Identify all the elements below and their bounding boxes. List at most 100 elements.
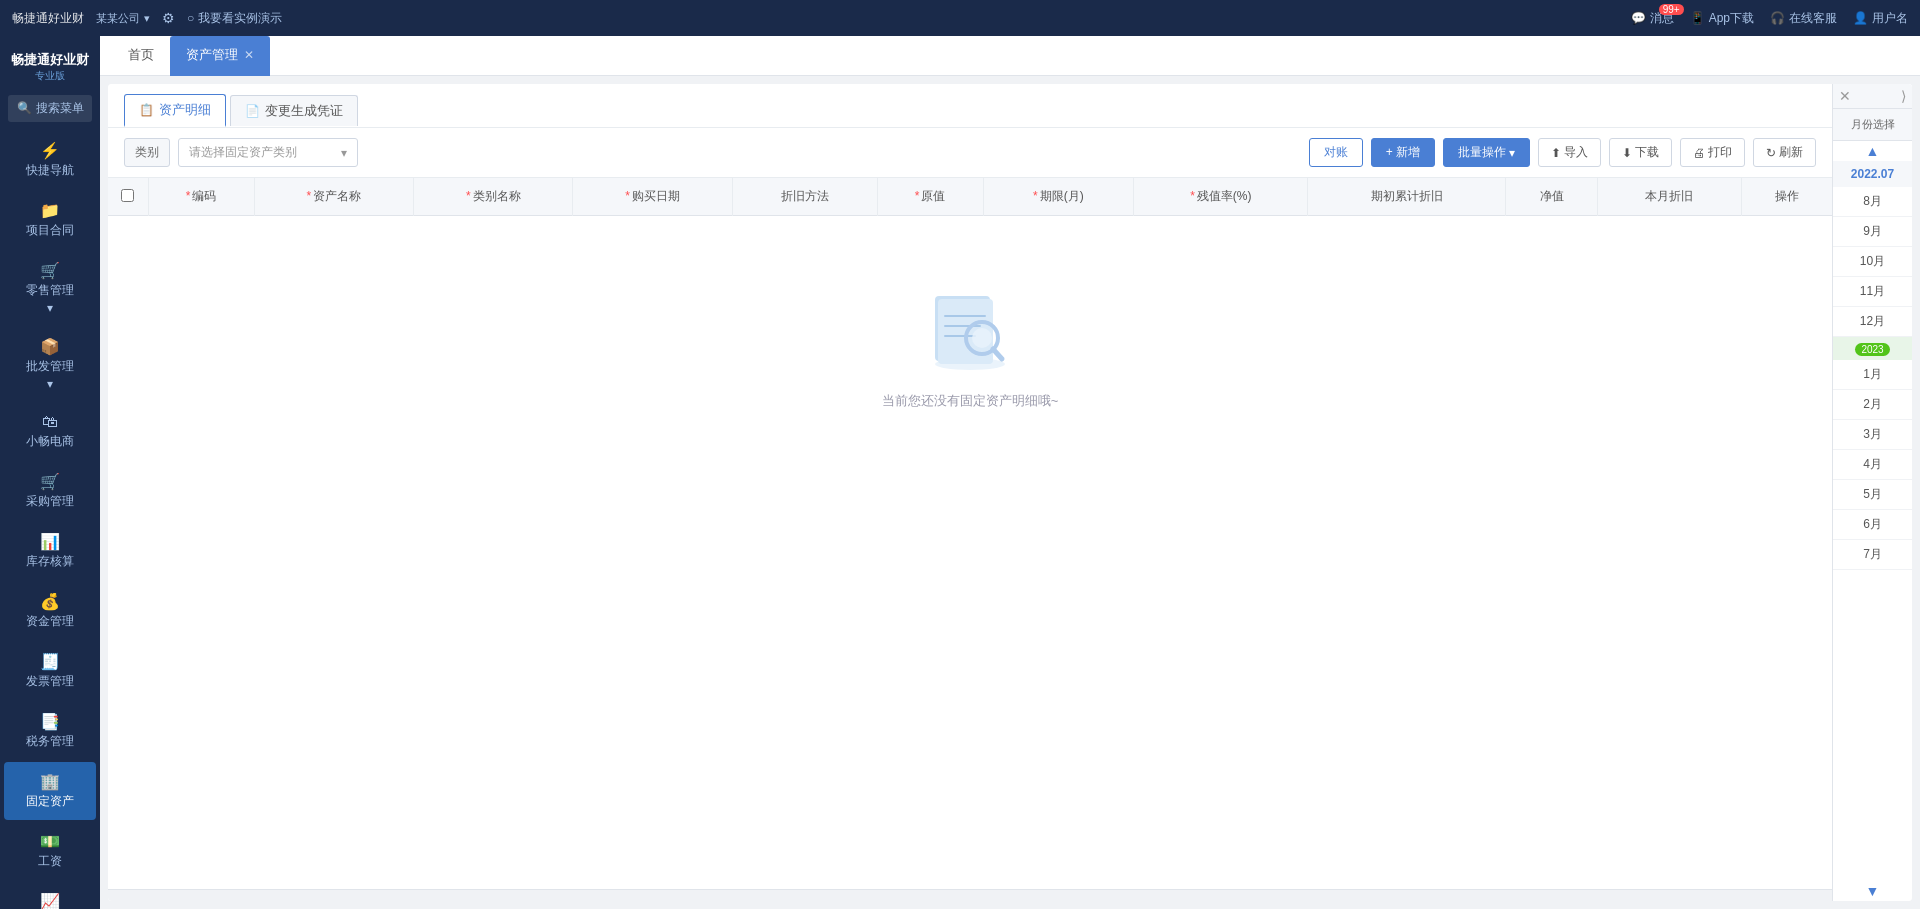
invoice-icon: 🧾 <box>40 652 60 671</box>
phone-icon: 📱 <box>1690 11 1705 25</box>
sidebar-item-finance[interactable]: 💰 资金管理 <box>4 582 96 640</box>
sidebar-item-quick-nav[interactable]: ⚡ 快捷导航 <box>4 131 96 189</box>
batch-chevron-icon: ▾ <box>1509 146 1515 160</box>
tab-close-icon[interactable]: ✕ <box>244 48 254 62</box>
category-filter-label: 类别 <box>124 138 170 167</box>
sidebar-item-inventory[interactable]: 📊 库存核算 <box>4 522 96 580</box>
month-item-2023-5[interactable]: 5月 <box>1833 480 1912 510</box>
month-item-10[interactable]: 10月 <box>1833 247 1912 277</box>
ecommerce-icon: 🛍 <box>42 413 58 431</box>
batch-operation-button[interactable]: 批量操作 ▾ <box>1443 138 1530 167</box>
sub-tab-voucher[interactable]: 📄 变更生成凭证 <box>230 95 358 126</box>
asset-detail-tab-icon: 📋 <box>139 103 154 117</box>
message-icon: 💬 <box>1631 11 1646 25</box>
month-item-2023-1[interactable]: 1月 <box>1833 360 1912 390</box>
user-icon: 👤 <box>1853 11 1868 25</box>
select-all-checkbox[interactable] <box>121 189 134 202</box>
month-nav-up[interactable]: ▲ <box>1833 141 1912 161</box>
table-header-name: *资产名称 <box>254 178 413 216</box>
asset-table: *编码 *资产名称 *类别名称 *购买日期 <box>108 178 1832 216</box>
empty-illustration <box>910 276 1030 376</box>
table-header-category: *类别名称 <box>414 178 573 216</box>
user-profile[interactable]: 👤 用户名 <box>1853 10 1908 27</box>
sidebar-item-ecommerce[interactable]: 🛍 小畅电商 <box>4 403 96 460</box>
refresh-button[interactable]: ↻ 刷新 <box>1753 138 1816 167</box>
tab-asset-management[interactable]: 资产管理 ✕ <box>170 36 270 76</box>
refresh-icon: ↻ <box>1766 146 1776 160</box>
settings-icon[interactable]: ⚙ <box>162 10 175 26</box>
fixed-asset-icon: 🏢 <box>40 772 60 791</box>
month-nav-down[interactable]: ▼ <box>1833 881 1912 901</box>
month-item-2023-6[interactable]: 6月 <box>1833 510 1912 540</box>
month-panel: ✕ ⟩ 月份选择 ▲ 2022.07 8月 9月 10月 11月 12月 202… <box>1832 84 1912 901</box>
table-header-checkbox <box>108 178 148 216</box>
page-content: 📋 资产明细 📄 变更生成凭证 类别 请选择固定资产类别 ▾ <box>108 84 1912 901</box>
month-item-2023-4[interactable]: 4月 <box>1833 450 1912 480</box>
tax-icon: 📑 <box>40 712 60 731</box>
company-name: 某某公司 <box>96 11 140 26</box>
svg-point-7 <box>972 328 992 348</box>
month-list: 8月 9月 10月 11月 12月 2023 1月 2月 3月 4月 5月 6月… <box>1833 187 1912 881</box>
import-button[interactable]: ⬆ 导入 <box>1538 138 1601 167</box>
sidebar-item-project[interactable]: 📁 项目合同 <box>4 191 96 249</box>
month-item-2023-2[interactable]: 2月 <box>1833 390 1912 420</box>
svg-line-8 <box>993 349 1002 359</box>
operations-icon: 📈 <box>40 892 60 909</box>
empty-state: 当前您还没有固定资产明细哦~ <box>108 216 1832 470</box>
tab-home[interactable]: 首页 <box>112 36 170 76</box>
import-icon: ⬆ <box>1551 146 1561 160</box>
duizhang-button[interactable]: 对账 <box>1309 138 1363 167</box>
retail-icon: 🛒 <box>40 261 60 280</box>
main-panel: 📋 资产明细 📄 变更生成凭证 类别 请选择固定资产类别 ▾ <box>108 84 1832 901</box>
table-header-original-value: *原值 <box>877 178 983 216</box>
table-header-operation: 操作 <box>1742 178 1832 216</box>
month-panel-close-btn[interactable]: ✕ <box>1839 88 1851 104</box>
search-menu-button[interactable]: 🔍 搜索菜单 <box>8 95 92 122</box>
online-service-button[interactable]: 🎧 在线客服 <box>1770 10 1837 27</box>
add-button[interactable]: + 新增 <box>1371 138 1435 167</box>
month-panel-expand-btn[interactable]: ⟩ <box>1901 88 1906 104</box>
table-header-residual-rate: *残值率(%) <box>1134 178 1308 216</box>
toolbar: 类别 请选择固定资产类别 ▾ 对账 + 新增 批量操作 ▾ ⬆ <box>108 128 1832 178</box>
company-selector[interactable]: 某某公司 ▾ <box>96 11 150 26</box>
download-button[interactable]: ⬇ 下载 <box>1609 138 1672 167</box>
service-icon: 🎧 <box>1770 11 1785 25</box>
main-layout: 畅捷通好业财 专业版 🔍 搜索菜单 ⚡ 快捷导航 📁 项目合同 🛒 零售管理 ▾… <box>0 36 1920 909</box>
app-title: 畅捷通好业财 <box>12 10 84 27</box>
sidebar-item-invoice[interactable]: 🧾 发票管理 <box>4 642 96 700</box>
month-item-8[interactable]: 8月 <box>1833 187 1912 217</box>
empty-text: 当前您还没有固定资产明细哦~ <box>882 392 1059 410</box>
inventory-icon: 📊 <box>40 532 60 551</box>
sidebar-item-payroll[interactable]: 💵 工资 <box>4 822 96 880</box>
sidebar-item-fixed-asset[interactable]: 🏢 固定资产 <box>4 762 96 820</box>
table-header-net-value: 净值 <box>1506 178 1597 216</box>
top-bar: 畅捷通好业财 某某公司 ▾ ⚙ ○ 我要看实例演示 💬 消息 99+ 📱 App… <box>0 0 1920 36</box>
retail-expand-icon: ▾ <box>47 301 53 315</box>
month-item-2023-3[interactable]: 3月 <box>1833 420 1912 450</box>
month-panel-header: 月份选择 <box>1833 109 1912 141</box>
month-item-9[interactable]: 9月 <box>1833 217 1912 247</box>
sidebar-item-wholesale[interactable]: 📦 批发管理 ▾ <box>4 327 96 401</box>
messages-button[interactable]: 💬 消息 99+ <box>1631 10 1674 27</box>
sidebar-item-tax[interactable]: 📑 税务管理 <box>4 702 96 760</box>
print-button[interactable]: 🖨 打印 <box>1680 138 1745 167</box>
demo-link[interactable]: ○ 我要看实例演示 <box>187 10 282 27</box>
app-download-button[interactable]: 📱 App下载 <box>1690 10 1754 27</box>
category-filter-select[interactable]: 请选择固定资产类别 ▾ <box>178 138 358 167</box>
month-item-12[interactable]: 12月 <box>1833 307 1912 337</box>
sidebar-item-operations[interactable]: 📈 经营管理 <box>4 882 96 909</box>
demo-icon: ○ <box>187 11 194 25</box>
sidebar-logo: 畅捷通好业财 专业版 <box>0 44 100 95</box>
wholesale-expand-icon: ▾ <box>47 377 53 391</box>
sidebar-item-retail[interactable]: 🛒 零售管理 ▾ <box>4 251 96 325</box>
month-year-display: 2022.07 <box>1833 161 1912 187</box>
year-2023-badge: 2023 <box>1855 343 1889 356</box>
content-area: 首页 资产管理 ✕ 📋 资产明细 📄 变更生成凭证 <box>100 36 1920 909</box>
sidebar-item-purchase[interactable]: 🛒 采购管理 <box>4 462 96 520</box>
bottom-scrollbar[interactable] <box>108 889 1832 901</box>
month-item-11[interactable]: 11月 <box>1833 277 1912 307</box>
quick-nav-icon: ⚡ <box>40 141 60 160</box>
sidebar: 畅捷通好业财 专业版 🔍 搜索菜单 ⚡ 快捷导航 📁 项目合同 🛒 零售管理 ▾… <box>0 36 100 909</box>
sub-tab-asset-detail[interactable]: 📋 资产明细 <box>124 94 226 127</box>
month-item-2023-7[interactable]: 7月 <box>1833 540 1912 570</box>
